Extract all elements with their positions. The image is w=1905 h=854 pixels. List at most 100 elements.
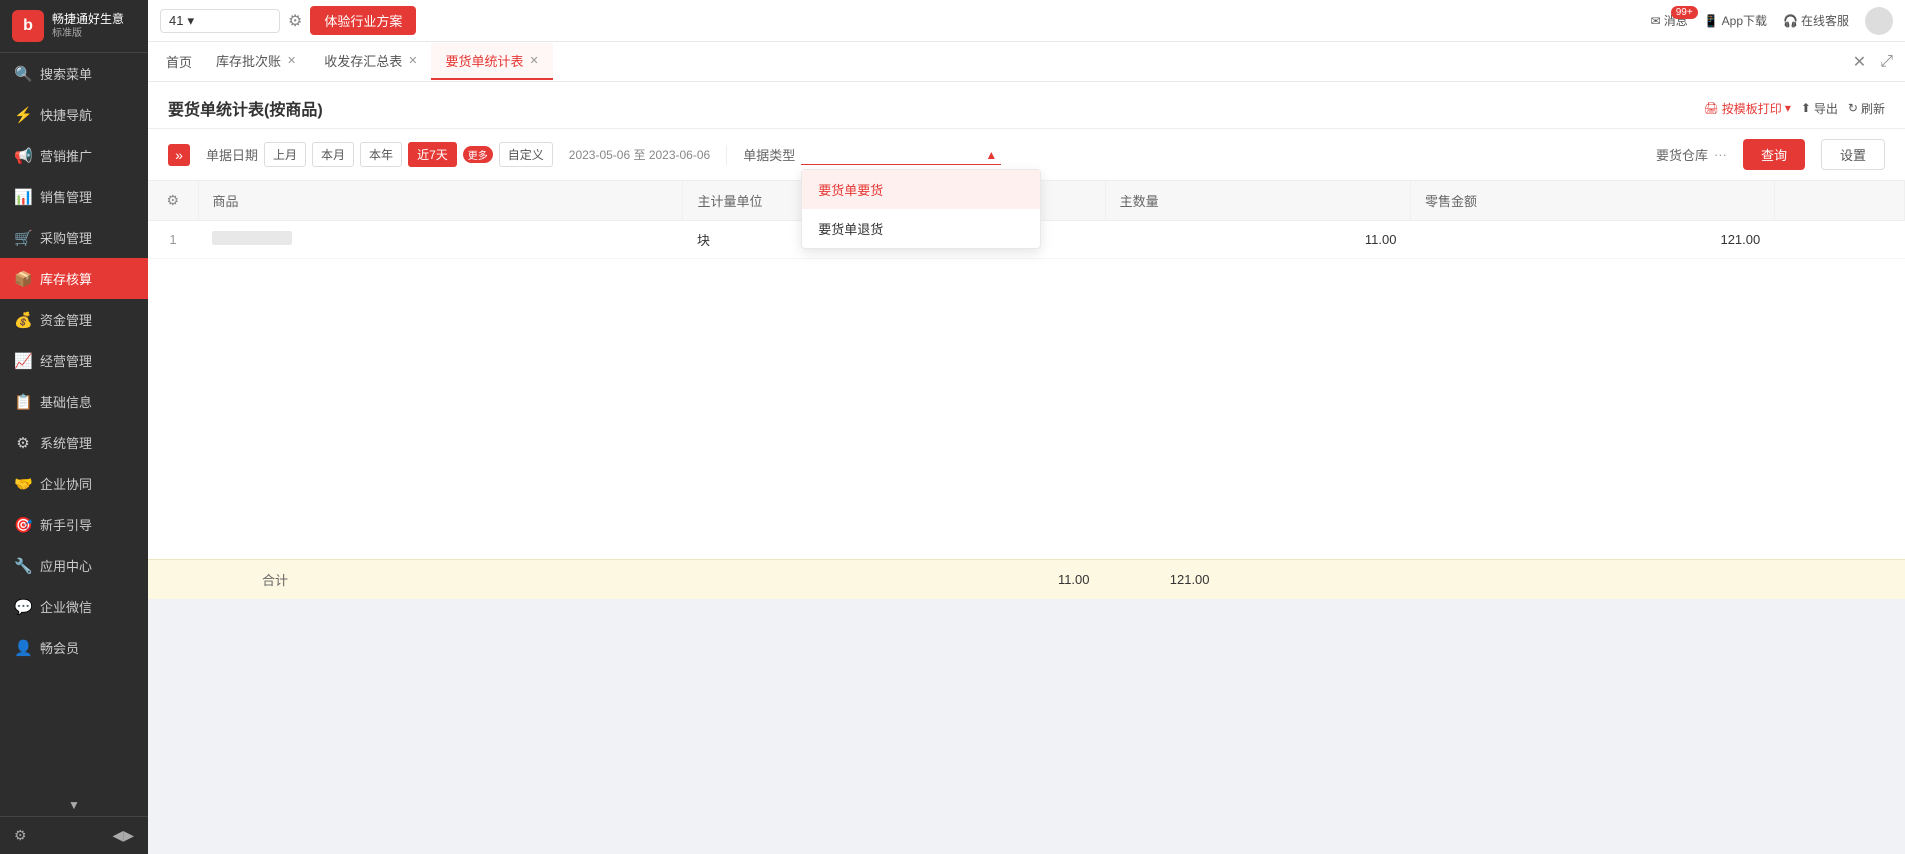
warehouse-more-btn[interactable]: ··· — [1714, 147, 1727, 162]
nav-icon: 🔍 — [14, 65, 32, 83]
topbar-right: ✉ 消息 99+ 📱 App下载 🎧 在线客服 — [1651, 7, 1893, 35]
nav-label: 企业协同 — [40, 474, 92, 493]
nav-icon: 📊 — [14, 188, 32, 206]
more-dates-badge[interactable]: 更多 — [463, 146, 493, 163]
nav-label: 搜索菜单 — [40, 64, 92, 83]
nav-label: 新手引导 — [40, 515, 92, 534]
sidebar-item-资金管理[interactable]: 💰 资金管理 — [0, 299, 148, 340]
dropdown-item-order-goods[interactable]: 要货单要货 — [802, 170, 1040, 209]
sidebar-item-基础信息[interactable]: 📋 基础信息 — [0, 381, 148, 422]
sidebar-item-快捷导航[interactable]: ⚡快捷导航 — [0, 94, 148, 135]
sidebar-item-企业微信[interactable]: 💬 企业微信 — [0, 586, 148, 627]
nav-icon: ⚙ — [14, 434, 32, 452]
sidebar-item-系统管理[interactable]: ⚙ 系统管理 — [0, 422, 148, 463]
table-settings-btn[interactable]: 设置 — [1821, 139, 1885, 170]
type-dropdown-arrow[interactable]: ▲ — [985, 148, 997, 162]
page-header: 要货单统计表(按商品) 🖨 按模板打印 ▾ ⬆ 导出 ↻ 刷新 — [148, 82, 1905, 129]
app-download-btn[interactable]: 📱 App下载 — [1704, 12, 1767, 29]
nav-icon: 💬 — [14, 598, 32, 616]
tabs-close-all-btn[interactable]: ✕ — [1849, 50, 1870, 74]
sidebar-item-畅会员[interactable]: 👤畅会员 — [0, 627, 148, 668]
refresh-btn[interactable]: ↻ 刷新 — [1848, 100, 1885, 117]
type-filter-label: 单据类型 — [743, 145, 795, 164]
nav-label: 系统管理 — [40, 433, 92, 452]
type-input-wrap: ▲ 要货单要货 要货单退货 — [801, 145, 1001, 165]
tab-order-stats[interactable]: 要货单统计表 ✕ — [431, 43, 552, 80]
nav-icon: 📈 — [14, 352, 32, 370]
message-btn[interactable]: ✉ 消息 99+ — [1651, 12, 1688, 29]
warehouse-filter-label: 要货仓库 — [1656, 145, 1708, 164]
app-icon: 📱 — [1704, 14, 1719, 28]
date-filter-label: 单据日期 — [206, 145, 258, 164]
nav-icon: 📢 — [14, 147, 32, 165]
row-index: 1 — [148, 221, 198, 259]
store-number: 41 — [169, 13, 183, 28]
footer-amount: 121.00 — [1090, 572, 1210, 587]
dropdown-item-order-return[interactable]: 要货单退货 — [802, 209, 1040, 248]
sidebar-collapse-btn[interactable]: ◀▶ — [112, 827, 134, 844]
tab-collect-summary-close[interactable]: ✕ — [408, 54, 417, 67]
nav-icon: 🤝 — [14, 475, 32, 493]
nav-icon: 📦 — [14, 270, 32, 288]
export-btn[interactable]: ⬆ 导出 — [1801, 100, 1838, 117]
sidebar-scroll-down[interactable]: ▼ — [0, 794, 148, 816]
app-label: App下载 — [1722, 12, 1767, 29]
main-area: 41 ▾ ⚙ 体验行业方案 ✉ 消息 99+ 📱 App下载 🎧 在线客服 — [148, 0, 1905, 854]
nav-label: 快捷导航 — [40, 105, 92, 124]
col-amount-header: 零售金额 — [1410, 181, 1774, 221]
sidebar-item-销售管理[interactable]: 📊销售管理 — [0, 176, 148, 217]
print-btn[interactable]: 🖨 按模板打印 ▾ — [1704, 100, 1791, 117]
sidebar-item-库存核算[interactable]: 📦库存核算 — [0, 258, 148, 299]
topbar-gear-btn[interactable]: ⚙ — [288, 11, 302, 31]
col-product-header: 商品 — [198, 181, 683, 221]
store-selector[interactable]: 41 ▾ — [160, 9, 280, 33]
sidebar-item-营销推广[interactable]: 📢 营销推广 — [0, 135, 148, 176]
nav-label: 企业微信 — [40, 597, 92, 616]
nav-label: 资金管理 — [40, 310, 92, 329]
table-footer: 合计 11.00 121.00 — [148, 559, 1905, 599]
type-filter-input[interactable] — [801, 145, 1001, 165]
sidebar-item-应用中心[interactable]: 🔧应用中心 — [0, 545, 148, 586]
tabs-maximize-btn[interactable]: ⤢ — [1876, 51, 1897, 73]
tabs-bar: 首页 库存批次账 ✕ 收发存汇总表 ✕ 要货单统计表 ✕ ✕ ⤢ — [148, 42, 1905, 82]
query-btn[interactable]: 查询 — [1743, 139, 1805, 170]
filter-toggle-btn[interactable]: » — [168, 144, 190, 166]
tab-collect-summary-label: 收发存汇总表 — [324, 51, 402, 70]
page-title: 要货单统计表(按商品) — [168, 96, 323, 120]
sidebar-item-采购管理[interactable]: 🛒采购管理 — [0, 217, 148, 258]
filter-divider — [726, 145, 727, 165]
nav-label: 营销推广 — [40, 146, 92, 165]
date-btn-last-7days[interactable]: 近7天 — [408, 142, 457, 167]
refresh-label: 刷新 — [1861, 100, 1885, 117]
trial-btn[interactable]: 体验行业方案 — [310, 6, 416, 35]
user-avatar[interactable] — [1865, 7, 1893, 35]
tabs-actions: ✕ ⤢ — [1849, 50, 1897, 74]
sidebar-item-搜索菜单[interactable]: 🔍 搜索菜单 — [0, 53, 148, 94]
nav-icon: 📋 — [14, 393, 32, 411]
date-btn-this-year[interactable]: 本年 — [360, 142, 402, 167]
store-dropdown-icon: ▾ — [187, 13, 194, 29]
tab-home[interactable]: 首页 — [156, 44, 202, 79]
date-btn-last-month[interactable]: 上月 — [264, 142, 306, 167]
tab-order-stats-close[interactable]: ✕ — [530, 54, 539, 67]
nav-label: 基础信息 — [40, 392, 92, 411]
sidebar-item-新手引导[interactable]: 🎯新手引导 — [0, 504, 148, 545]
sidebar-settings-btn[interactable]: ⚙ — [14, 827, 27, 844]
sidebar-item-经营管理[interactable]: 📈经营管理 — [0, 340, 148, 381]
logo-text: 畅捷通好生意 标准版 — [52, 12, 124, 41]
tab-collect-summary[interactable]: 收发存汇总表 ✕ — [310, 43, 431, 80]
nav-icon: 💰 — [14, 311, 32, 329]
col-settings-icon[interactable]: ⚙ — [166, 192, 179, 208]
sidebar-item-企业协同[interactable]: 🤝 企业协同 — [0, 463, 148, 504]
row-quantity: 11.00 — [1105, 221, 1410, 259]
export-label: 导出 — [1814, 100, 1838, 117]
col-settings-header: ⚙ — [148, 181, 198, 221]
custom-date-btn[interactable]: 自定义 — [499, 142, 553, 167]
type-filter-group: 单据类型 ▲ 要货单要货 要货单退货 — [743, 145, 1001, 165]
online-service-btn[interactable]: 🎧 在线客服 — [1783, 12, 1849, 29]
tab-stock-batch[interactable]: 库存批次账 ✕ — [202, 43, 310, 80]
nav-icon: 🔧 — [14, 557, 32, 575]
date-btn-this-month[interactable]: 本月 — [312, 142, 354, 167]
page-content: 要货单统计表(按商品) 🖨 按模板打印 ▾ ⬆ 导出 ↻ 刷新 » — [148, 82, 1905, 854]
tab-stock-batch-close[interactable]: ✕ — [287, 54, 296, 67]
